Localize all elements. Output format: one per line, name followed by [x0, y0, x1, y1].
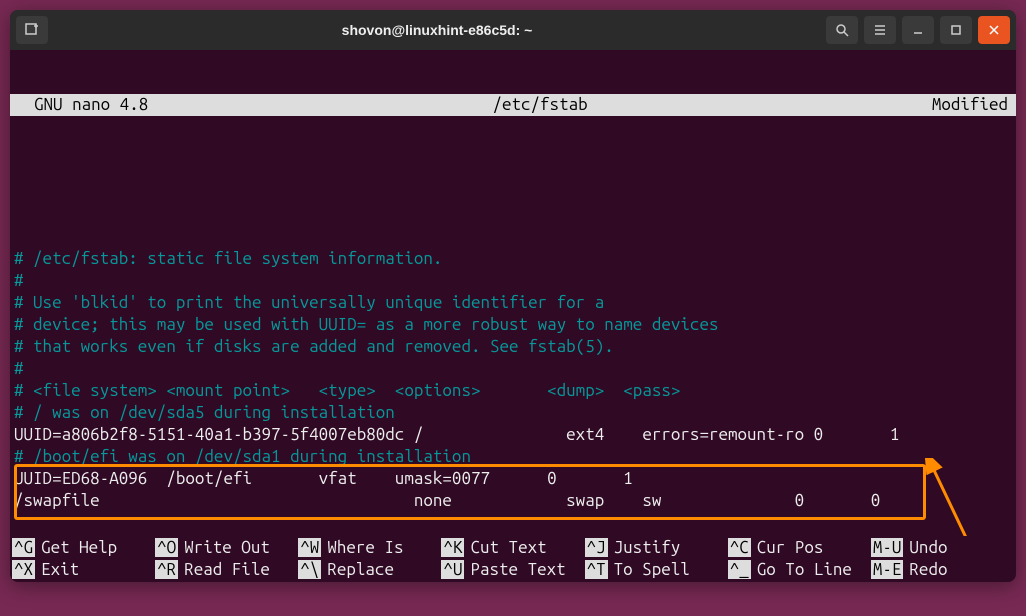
shortcut-key: ^W	[298, 538, 321, 557]
shortcut-key: ^T	[585, 560, 608, 579]
shortcut-key: ^C	[728, 538, 751, 557]
shortcut-cell: ^J Justify	[585, 536, 728, 558]
shortcut-key: ^J	[585, 538, 608, 557]
shortcut-label: Read File	[184, 560, 270, 579]
editor-line: # /boot/efi was on /dev/sda1 during inst…	[14, 446, 1012, 468]
shortcut-key: M-U	[871, 538, 904, 557]
shortcut-label: Exit	[41, 560, 79, 579]
shortcut-key: ^G	[12, 538, 35, 557]
shortcut-key: ^_	[728, 560, 751, 579]
shortcut-key: M-E	[871, 560, 904, 579]
shortcut-cell: ^R Read File	[155, 558, 298, 580]
shortcut-cell: ^X Exit	[12, 558, 155, 580]
shortcut-cell: ^T To Spell	[585, 558, 728, 580]
shortcut-key: ^O	[155, 538, 178, 557]
shortcut-cell: M-E Redo	[871, 558, 1014, 580]
shortcut-key: ^U	[441, 560, 464, 579]
editor-line: #	[14, 358, 1012, 380]
shortcut-key: ^X	[12, 560, 35, 579]
editor-area[interactable]: # /etc/fstab: static file system informa…	[10, 182, 1016, 536]
editor-line	[14, 512, 1012, 534]
editor-line: # that works even if disks are added and…	[14, 336, 1012, 358]
nano-header: GNU nano 4.8 /etc/fstab Modified	[10, 94, 1016, 116]
shortcut-key: ^R	[155, 560, 178, 579]
shortcut-label: Go To Line	[757, 560, 852, 579]
shortcut-label: Undo	[909, 538, 947, 557]
editor-line: UUID=a806b2f8-5151-40a1-b397-5f4007eb80d…	[14, 424, 1012, 446]
shortcut-label: Where Is	[327, 538, 403, 557]
titlebar: shovon@linuxhint-e86c5d: ~	[10, 10, 1016, 50]
shortcut-key: ^\	[298, 560, 321, 579]
nano-filename: /etc/fstab	[148, 94, 932, 116]
terminal-window: shovon@linuxhint-e86c5d: ~ GNU nano 4.8 …	[10, 10, 1016, 582]
shortcut-label: To Spell	[614, 560, 690, 579]
editor-line: UUID=ED68-A096 /boot/efi vfat umask=0077…	[14, 468, 1012, 490]
nano-shortcut-bar: ^G Get Help ^O Write Out ^W Where Is ^K Cut Tex…	[10, 536, 1016, 582]
shortcut-label: Cur Pos	[757, 538, 824, 557]
nano-version: GNU nano 4.8	[14, 94, 148, 116]
minimize-button[interactable]	[902, 16, 934, 44]
close-button[interactable]	[978, 16, 1010, 44]
maximize-button[interactable]	[940, 16, 972, 44]
shortcut-label: Get Help	[41, 538, 117, 557]
shortcut-cell: M-U Undo	[871, 536, 1014, 558]
shortcut-cell: ^_ Go To Line	[728, 558, 871, 580]
menu-button[interactable]	[864, 16, 896, 44]
shortcut-label: Replace	[327, 560, 394, 579]
editor-line: # /etc/fstab: static file system informa…	[14, 248, 1012, 270]
editor-line: /swapfile none swap sw 0 0	[14, 490, 1012, 512]
shortcut-label: Paste Text	[470, 560, 565, 579]
shortcut-key: ^K	[441, 538, 464, 557]
editor-line: #	[14, 270, 1012, 292]
shortcut-label: Write Out	[184, 538, 270, 557]
shortcut-cell: ^W Where Is	[298, 536, 441, 558]
terminal-content[interactable]: GNU nano 4.8 /etc/fstab Modified # /etc/…	[10, 50, 1016, 536]
editor-line: # / was on /dev/sda5 during installation	[14, 402, 1012, 424]
shortcut-cell: ^\ Replace	[298, 558, 441, 580]
shortcut-label: Redo	[909, 560, 947, 579]
nano-status: Modified	[932, 94, 1012, 116]
shortcut-cell: ^O Write Out	[155, 536, 298, 558]
search-button[interactable]	[826, 16, 858, 44]
shortcut-label: Justify	[614, 538, 681, 557]
shortcut-cell: ^K Cut Text	[441, 536, 584, 558]
editor-line: # <file system> <mount point> <type> <op…	[14, 380, 1012, 402]
editor-line: # Use 'blkid' to print the universally u…	[14, 292, 1012, 314]
editor-line: # Btrfs RAID mount to /data	[14, 534, 1012, 536]
new-tab-button[interactable]	[16, 16, 48, 44]
editor-line: # device; this may be used with UUID= as…	[14, 314, 1012, 336]
shortcut-cell: ^U Paste Text	[441, 558, 584, 580]
window-title: shovon@linuxhint-e86c5d: ~	[54, 22, 820, 38]
shortcut-cell: ^C Cur Pos	[728, 536, 871, 558]
shortcut-cell: ^G Get Help	[12, 536, 155, 558]
shortcut-label: Cut Text	[470, 538, 546, 557]
